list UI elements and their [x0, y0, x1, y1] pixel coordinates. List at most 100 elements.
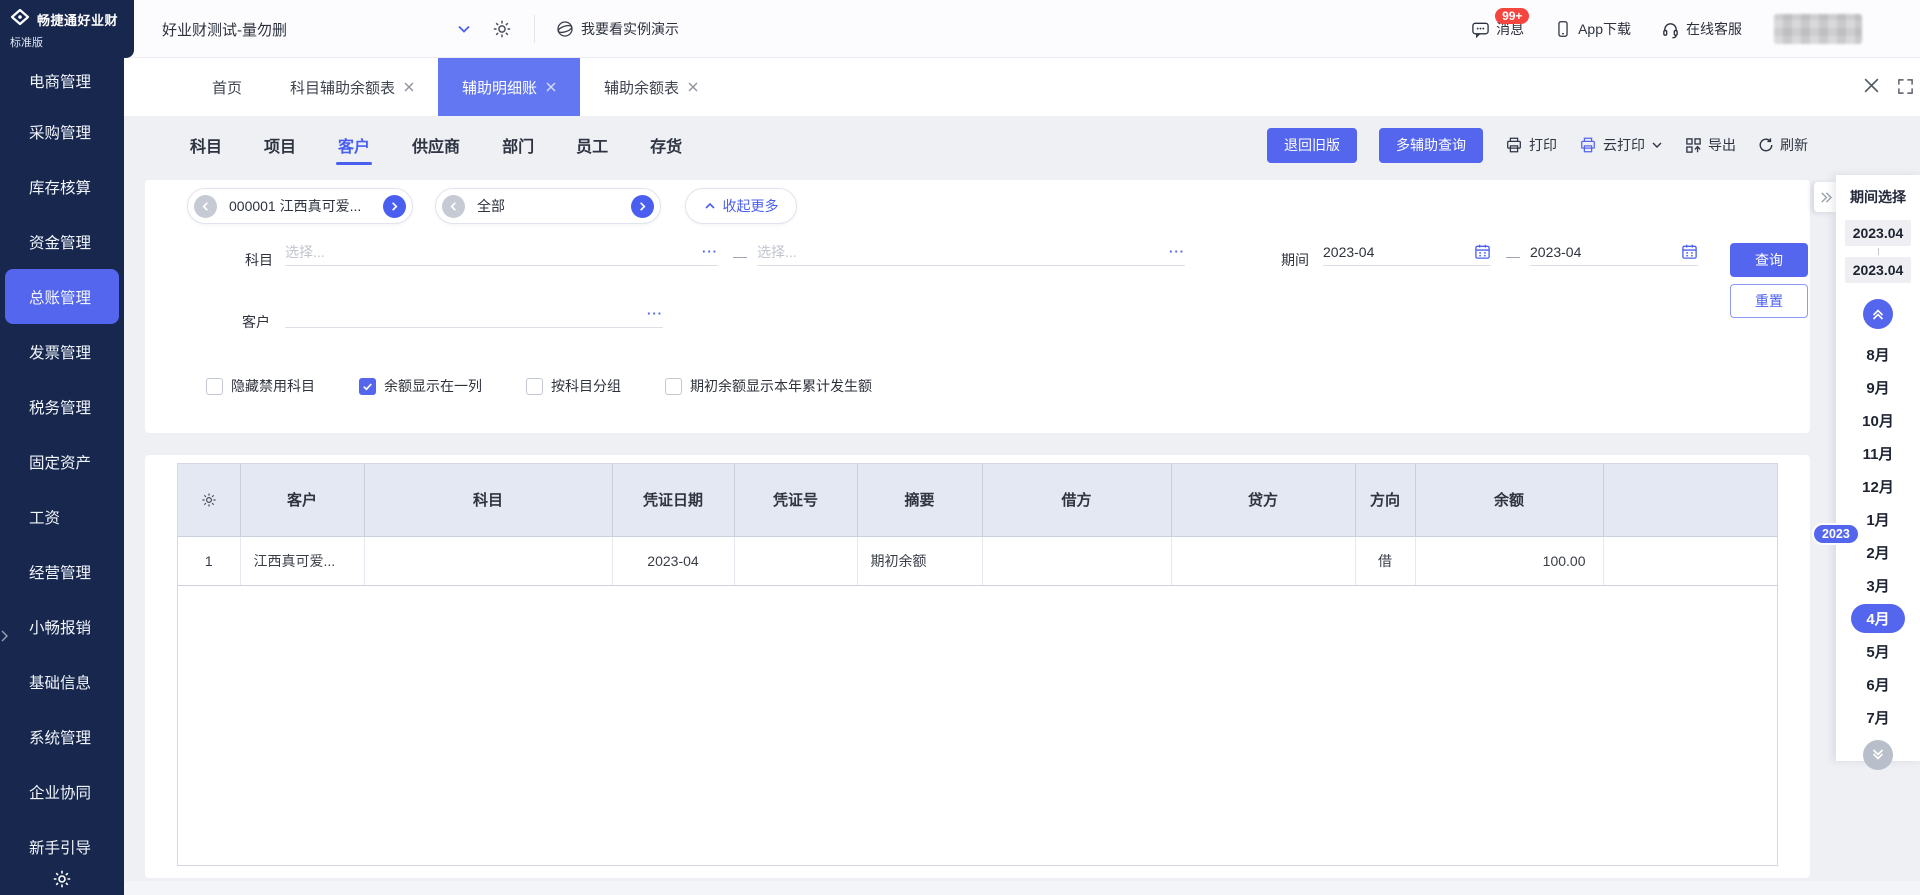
column-settings-gear[interactable] [178, 464, 241, 537]
bottom-scrollbar-track[interactable] [124, 881, 1920, 895]
checkbox-hide-disabled-subjects[interactable]: 隐藏禁用科目 [206, 376, 315, 396]
checkbox-box[interactable] [665, 377, 682, 395]
reset-button[interactable]: 重置 [1730, 284, 1808, 318]
scroll-months-up-button[interactable] [1863, 299, 1893, 329]
refresh-button[interactable]: 刷新 [1758, 135, 1808, 155]
month-sep[interactable]: 9月 [1836, 371, 1920, 404]
subnav-employee[interactable]: 员工 [574, 119, 610, 171]
next-arrow-icon[interactable] [631, 194, 654, 218]
sidebar-item-basic-info[interactable]: 基础信息 [0, 654, 124, 709]
sidebar-item-funds[interactable]: 资金管理 [0, 214, 124, 269]
customer-picker-dots[interactable]: ··· [647, 306, 663, 321]
column-header-direction[interactable]: 方向 [1355, 464, 1416, 537]
checkbox-group-by-subject[interactable]: 按科目分组 [526, 376, 621, 396]
sidebar-collapse-arrow-icon[interactable] [0, 630, 8, 642]
month-apr-selected[interactable]: 4月 [1851, 604, 1905, 633]
tab-home[interactable]: 首页 [188, 58, 266, 116]
month-nov[interactable]: 11月 [1836, 437, 1920, 470]
month-oct[interactable]: 10月 [1836, 404, 1920, 437]
prev-arrow-icon[interactable] [194, 194, 217, 218]
gear-icon[interactable] [492, 19, 512, 39]
sidebar-item-general-ledger[interactable]: 总账管理 [5, 269, 119, 324]
app-download-button[interactable]: App下载 [1554, 19, 1631, 39]
column-header-balance[interactable]: 余额 [1415, 464, 1604, 537]
close-icon[interactable] [546, 82, 556, 92]
next-arrow-icon[interactable] [383, 194, 406, 218]
print-button[interactable]: 打印 [1505, 135, 1557, 155]
column-header-credit[interactable]: 贷方 [1171, 464, 1356, 537]
scroll-months-down-button[interactable] [1863, 740, 1893, 770]
tab-aux-detail-ledger[interactable]: 辅助明细账 [438, 58, 581, 116]
tab-aux-balance[interactable]: 辅助余额表 [580, 58, 722, 116]
column-header-summary[interactable]: 摘要 [857, 464, 983, 537]
sidebar-item-fixed-assets[interactable]: 固定资产 [0, 434, 124, 489]
customer-selector-pill[interactable]: 000001 江西真可爱... [187, 188, 413, 224]
sidebar-item-payroll[interactable]: 工资 [0, 489, 124, 544]
period-panel-collapse-handle[interactable] [1814, 182, 1836, 212]
calendar-icon[interactable] [1681, 243, 1698, 260]
sidebar-item-purchase[interactable]: 采购管理 [0, 104, 124, 159]
support-button[interactable]: 在线客服 [1661, 19, 1742, 39]
calendar-icon[interactable] [1474, 243, 1491, 260]
demo-link[interactable]: 我要看实例演示 [556, 0, 679, 58]
period-from-input[interactable]: 2023-04 [1323, 238, 1491, 266]
subject-to-picker-dots[interactable]: ··· [1169, 244, 1185, 259]
export-button[interactable]: 导出 [1685, 135, 1736, 155]
sidebar-item-system[interactable]: 系统管理 [0, 709, 124, 764]
checkbox-box[interactable] [206, 377, 223, 395]
sidebar-item-inventory[interactable]: 库存核算 [0, 159, 124, 214]
collapse-more-button[interactable]: 收起更多 [685, 188, 797, 224]
period-to-box[interactable]: 2023.04 [1845, 257, 1911, 283]
subject-from-input[interactable]: 选择... ··· [285, 238, 718, 266]
prev-arrow-icon[interactable] [442, 194, 465, 218]
close-all-icon[interactable] [1863, 77, 1880, 94]
month-dec[interactable]: 12月 [1836, 470, 1920, 503]
close-icon[interactable] [688, 82, 698, 92]
scope-selector-pill[interactable]: 全部 [435, 188, 661, 224]
subject-to-input[interactable]: 选择... ··· [757, 238, 1185, 266]
sidebar-item-operations[interactable]: 经营管理 [0, 544, 124, 599]
sidebar-item-guide[interactable]: 新手引导 [0, 819, 124, 874]
column-header-customer[interactable]: 客户 [240, 464, 365, 537]
query-button[interactable]: 查询 [1730, 243, 1808, 277]
table-row[interactable]: 1 江西真可爱... 2023-04 期初余额 借 100.00 [178, 536, 1777, 586]
month-aug[interactable]: 8月 [1836, 338, 1920, 371]
month-jul[interactable]: 7月 [1836, 701, 1920, 734]
subject-from-picker-dots[interactable]: ··· [702, 244, 718, 259]
column-header-subject[interactable]: 科目 [364, 464, 613, 537]
sidebar-item-collaboration[interactable]: 企业协同 [0, 764, 124, 819]
month-mar[interactable]: 3月 [1836, 569, 1920, 602]
sidebar-item-tax[interactable]: 税务管理 [0, 379, 124, 434]
subnav-subject[interactable]: 科目 [188, 119, 224, 171]
tab-subject-aux-balance[interactable]: 科目辅助余额表 [266, 58, 438, 116]
messages-button[interactable]: 消息 99+ [1471, 8, 1530, 39]
period-from-box[interactable]: 2023.04 [1845, 220, 1911, 246]
sidebar-item-ecommerce[interactable]: 电商管理 [0, 58, 124, 104]
subnav-supplier[interactable]: 供应商 [410, 119, 462, 171]
checkbox-balance-one-column[interactable]: 余额显示在一列 [359, 376, 482, 396]
subnav-department[interactable]: 部门 [500, 119, 536, 171]
month-jun[interactable]: 6月 [1836, 668, 1920, 701]
sidebar-settings-gear-icon[interactable] [52, 869, 72, 889]
column-header-voucher-no[interactable]: 凭证号 [734, 464, 858, 537]
column-header-debit[interactable]: 借方 [982, 464, 1172, 537]
period-to-input[interactable]: 2023-04 [1530, 238, 1698, 266]
customer-input[interactable]: ··· [285, 300, 663, 328]
subnav-project[interactable]: 项目 [262, 119, 298, 171]
subnav-stock[interactable]: 存货 [648, 119, 684, 171]
subnav-customer[interactable]: 客户 [336, 119, 373, 171]
month-may[interactable]: 5月 [1836, 635, 1920, 668]
checkbox-opening-balance-ytd[interactable]: 期初余额显示本年累计发生额 [665, 376, 872, 396]
sidebar-item-expense[interactable]: 小畅报销 [0, 599, 124, 654]
back-to-old-version-button[interactable]: 退回旧版 [1267, 127, 1357, 163]
multi-aux-query-button[interactable]: 多辅助查询 [1379, 127, 1483, 163]
org-selector[interactable]: 好业财测试-量勿删 [162, 0, 472, 58]
checkbox-box-checked[interactable] [359, 377, 376, 395]
column-header-voucher-date[interactable]: 凭证日期 [612, 464, 735, 537]
user-account-blurred[interactable] [1774, 14, 1862, 44]
close-icon[interactable] [404, 82, 414, 92]
sidebar-item-invoice[interactable]: 发票管理 [0, 324, 124, 379]
cloud-print-button[interactable]: 云打印 [1579, 135, 1663, 155]
checkbox-box[interactable] [526, 377, 543, 395]
fullscreen-icon[interactable] [1897, 78, 1914, 95]
